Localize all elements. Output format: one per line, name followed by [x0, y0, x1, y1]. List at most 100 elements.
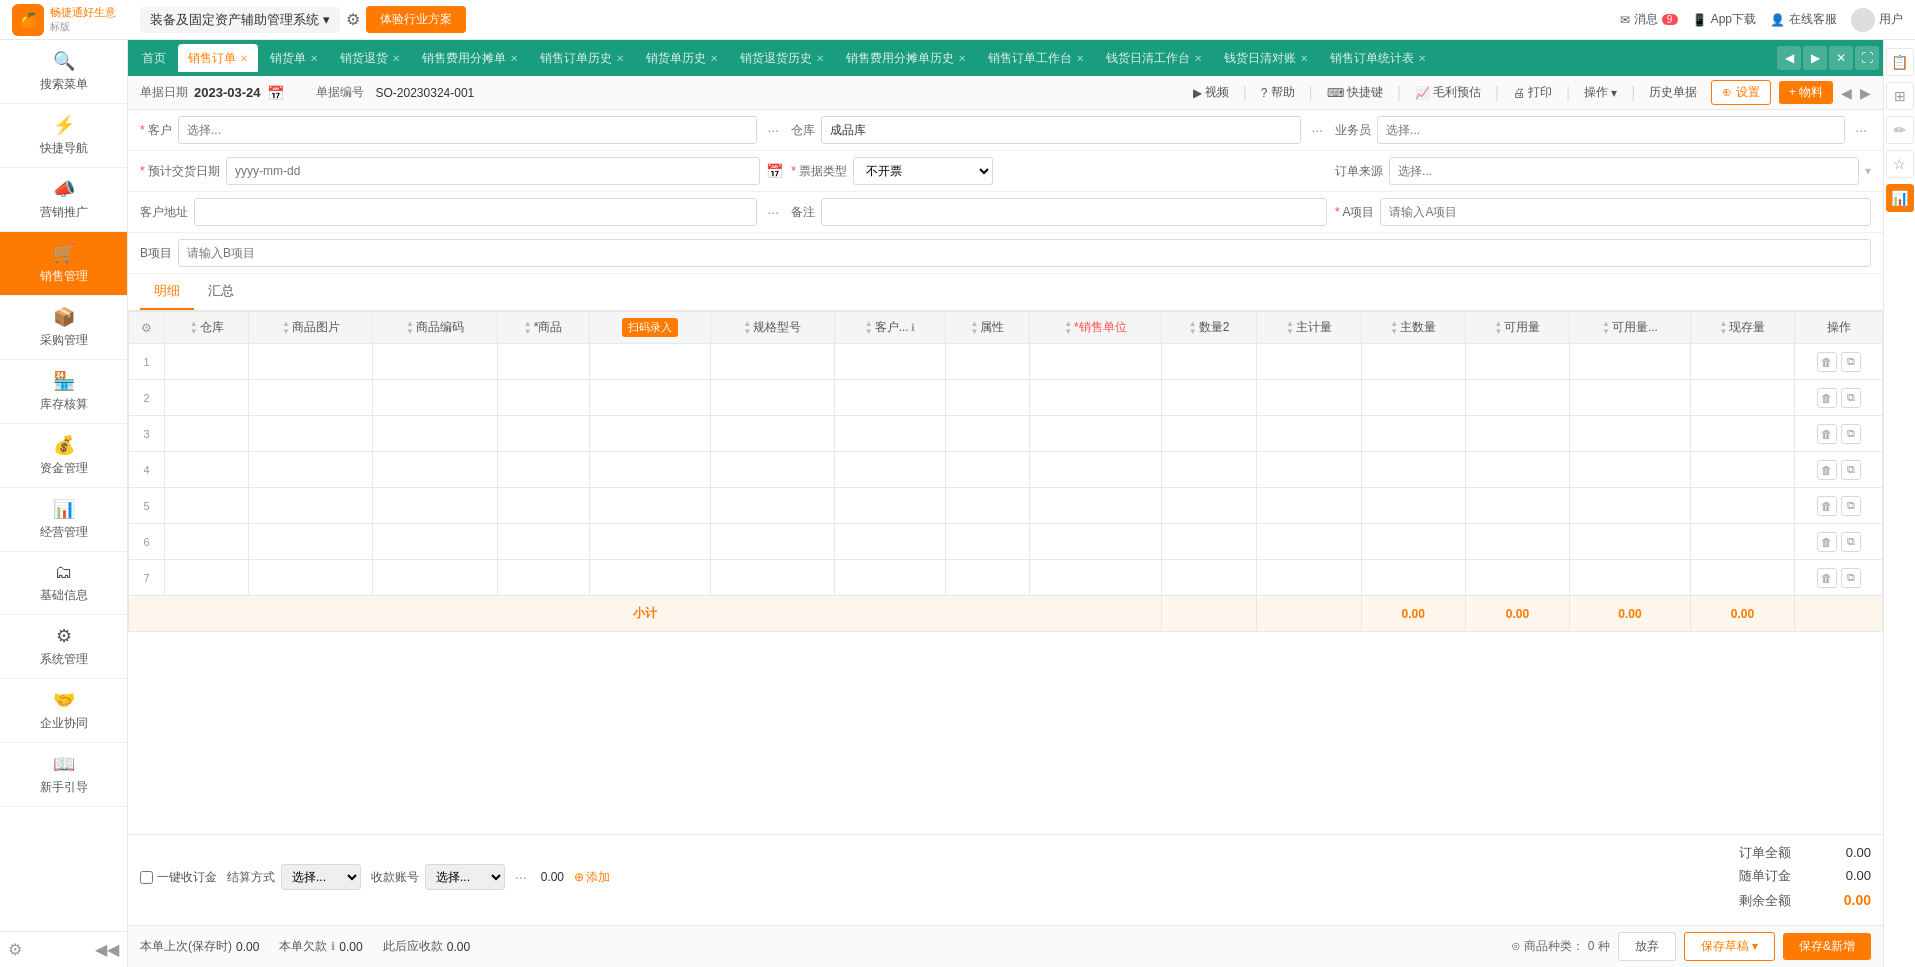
rs-star-icon[interactable]: ☆	[1886, 150, 1914, 178]
row-delete-btn[interactable]: 🗑	[1817, 460, 1837, 480]
history-btn[interactable]: 历史单据	[1643, 82, 1703, 103]
row-copy-btn[interactable]: ⧉	[1841, 532, 1861, 552]
rs-settings-icon[interactable]: ⊞	[1886, 82, 1914, 110]
view-btn[interactable]: ▶ 视频	[1187, 82, 1235, 103]
industry-btn[interactable]: 体验行业方案	[366, 6, 466, 33]
online-service-btn[interactable]: 👤 在线客服	[1770, 11, 1837, 28]
col-gear[interactable]: ⚙	[129, 312, 165, 344]
row-delete-btn[interactable]: 🗑	[1817, 352, 1837, 372]
tab-close-icon[interactable]: ✕	[1194, 53, 1202, 64]
message-btn[interactable]: ✉ 消息 9	[1620, 11, 1678, 28]
tab-close-icon[interactable]: ✕	[240, 53, 248, 64]
col-qty2[interactable]: ▲▼数量2	[1161, 312, 1256, 344]
col-spec[interactable]: ▲▼规格型号	[710, 312, 834, 344]
row-copy-btn[interactable]: ⧉	[1841, 388, 1861, 408]
sidebar-settings-icon[interactable]: ⚙	[8, 940, 22, 959]
col-goods[interactable]: ▲▼*商品	[497, 312, 589, 344]
tab-close-icon[interactable]: ✕	[392, 53, 400, 64]
col-code[interactable]: ▲▼商品编码	[373, 312, 497, 344]
tab-cashflow-account[interactable]: 钱货日清对账 ✕	[1214, 44, 1318, 72]
tab-close-icon[interactable]: ✕	[1418, 53, 1426, 64]
col-available[interactable]: ▲▼可用量	[1465, 312, 1569, 344]
nav-left-icon[interactable]: ◀	[1841, 85, 1852, 101]
col-customer-code[interactable]: ▲▼客户... ℹ	[834, 312, 945, 344]
delivery-calendar-icon[interactable]: 📅	[766, 163, 783, 179]
tab-close-icon[interactable]: ✕	[616, 53, 624, 64]
sidebar-item-guide[interactable]: 📖 新手引导	[0, 743, 127, 807]
user-avatar-area[interactable]: 用户	[1851, 8, 1903, 32]
col-unit[interactable]: ▲▼*销售单位	[1030, 312, 1162, 344]
tab-sales-expense[interactable]: 销售费用分摊单 ✕	[412, 44, 528, 72]
sidebar-item-inventory[interactable]: 🏪 库存核算	[0, 360, 127, 424]
app-download-btn[interactable]: 📱 App下载	[1692, 11, 1756, 28]
tab-sales-slip[interactable]: 销货单 ✕	[260, 44, 328, 72]
warehouse-dots-btn[interactable]: ···	[1307, 122, 1327, 138]
sidebar-item-base[interactable]: 🗂 基础信息	[0, 552, 127, 615]
rs-chart-icon[interactable]: 📊	[1886, 184, 1914, 212]
tab-fullscreen-btn[interactable]: ⛶	[1855, 46, 1879, 70]
address-dots-btn[interactable]: ···	[763, 204, 783, 220]
tab-home[interactable]: 首页	[132, 44, 176, 72]
row-delete-btn[interactable]: 🗑	[1817, 388, 1837, 408]
a-project-input[interactable]	[1380, 198, 1871, 226]
row-copy-btn[interactable]: ⧉	[1841, 460, 1861, 480]
sidebar-collapse-icon[interactable]: ◀◀	[95, 940, 119, 959]
address-input[interactable]	[194, 198, 757, 226]
detail-tab-detail[interactable]: 明细	[140, 274, 194, 310]
sidebar-item-search[interactable]: 🔍 搜索菜单	[0, 40, 127, 104]
print-btn[interactable]: 🖨 打印	[1507, 82, 1558, 103]
tab-close-icon[interactable]: ✕	[1300, 53, 1308, 64]
discard-btn[interactable]: 放弃	[1618, 932, 1676, 961]
row-delete-btn[interactable]: 🗑	[1817, 532, 1837, 552]
sidebar-item-cooperation[interactable]: 🤝 企业协同	[0, 679, 127, 743]
tab-sales-return[interactable]: 销货退货 ✕	[330, 44, 410, 72]
col-main-qty[interactable]: ▲▼主数量	[1361, 312, 1465, 344]
b-project-input[interactable]	[178, 239, 1871, 267]
tab-slip-history[interactable]: 销货单历史 ✕	[636, 44, 728, 72]
sidebar-item-marketing[interactable]: 📣 营销推广	[0, 168, 127, 232]
tab-return-history[interactable]: 销货退货历史 ✕	[730, 44, 834, 72]
save-new-btn[interactable]: 保存&新增	[1783, 933, 1871, 960]
tab-sales-stats[interactable]: 销售订单统计表 ✕	[1320, 44, 1436, 72]
tab-cashflow-workspace[interactable]: 钱货日清工作台 ✕	[1096, 44, 1212, 72]
warehouse-input[interactable]	[821, 116, 1301, 144]
col-main-unit[interactable]: ▲▼主计量	[1257, 312, 1361, 344]
tab-more-btn[interactable]: ✕	[1829, 46, 1853, 70]
delivery-input[interactable]	[226, 157, 760, 185]
sidebar-item-quicknav[interactable]: ⚡ 快捷导航	[0, 104, 127, 168]
tab-close-icon[interactable]: ✕	[1076, 53, 1084, 64]
sidebar-item-purchase[interactable]: 📦 采购管理	[0, 296, 127, 360]
tab-close-icon[interactable]: ✕	[816, 53, 824, 64]
col-property[interactable]: ▲▼属性	[945, 312, 1029, 344]
row-delete-btn[interactable]: 🗑	[1817, 424, 1837, 444]
sidebar-item-sales[interactable]: 🛒 销售管理	[0, 232, 127, 296]
row-copy-btn[interactable]: ⧉	[1841, 424, 1861, 444]
col-stock[interactable]: ▲▼现存量	[1690, 312, 1794, 344]
settings-gear-icon[interactable]: ⚙	[346, 10, 360, 29]
tab-order-workspace[interactable]: 销售订单工作台 ✕	[978, 44, 1094, 72]
col-scan[interactable]: 扫码录入	[589, 312, 710, 344]
add-payment-btn[interactable]: ⊕ 添加	[574, 869, 610, 886]
scan-btn[interactable]: 扫码录入	[622, 318, 678, 337]
calendar-icon[interactable]: 📅	[267, 85, 284, 101]
customer-input[interactable]	[178, 116, 757, 144]
one-click-checkbox[interactable]: 一键收订金	[140, 869, 217, 886]
tab-close-icon[interactable]: ✕	[710, 53, 718, 64]
account-dots[interactable]: ···	[511, 869, 531, 885]
one-click-input[interactable]	[140, 871, 153, 884]
invoice-select[interactable]: 不开票 增值税普通发票 增值税专用发票	[853, 157, 993, 185]
add-btn[interactable]: + 物料	[1779, 81, 1833, 104]
account-select[interactable]: 选择...	[425, 864, 505, 890]
order-source-input[interactable]	[1389, 157, 1859, 185]
staff-dots-btn[interactable]: ···	[1851, 122, 1871, 138]
tab-order-history[interactable]: 销售订单历史 ✕	[530, 44, 634, 72]
sidebar-item-finance[interactable]: 💰 资金管理	[0, 424, 127, 488]
row-delete-btn[interactable]: 🗑	[1817, 568, 1837, 588]
table-container[interactable]: ⚙ ▲▼仓库 ▲▼商品图片 ▲▼商品编码 ▲▼*商品	[128, 311, 1883, 834]
col-available2[interactable]: ▲▼可用量...	[1570, 312, 1691, 344]
save-draft-btn[interactable]: 保存草稿 ▾	[1684, 932, 1775, 961]
profit-btn[interactable]: 📈 毛利预估	[1409, 82, 1487, 103]
system-name[interactable]: 装备及固定资产辅助管理系统 ▾	[140, 7, 340, 33]
detail-tab-summary[interactable]: 汇总	[194, 274, 248, 310]
tab-prev-btn[interactable]: ◀	[1777, 46, 1801, 70]
